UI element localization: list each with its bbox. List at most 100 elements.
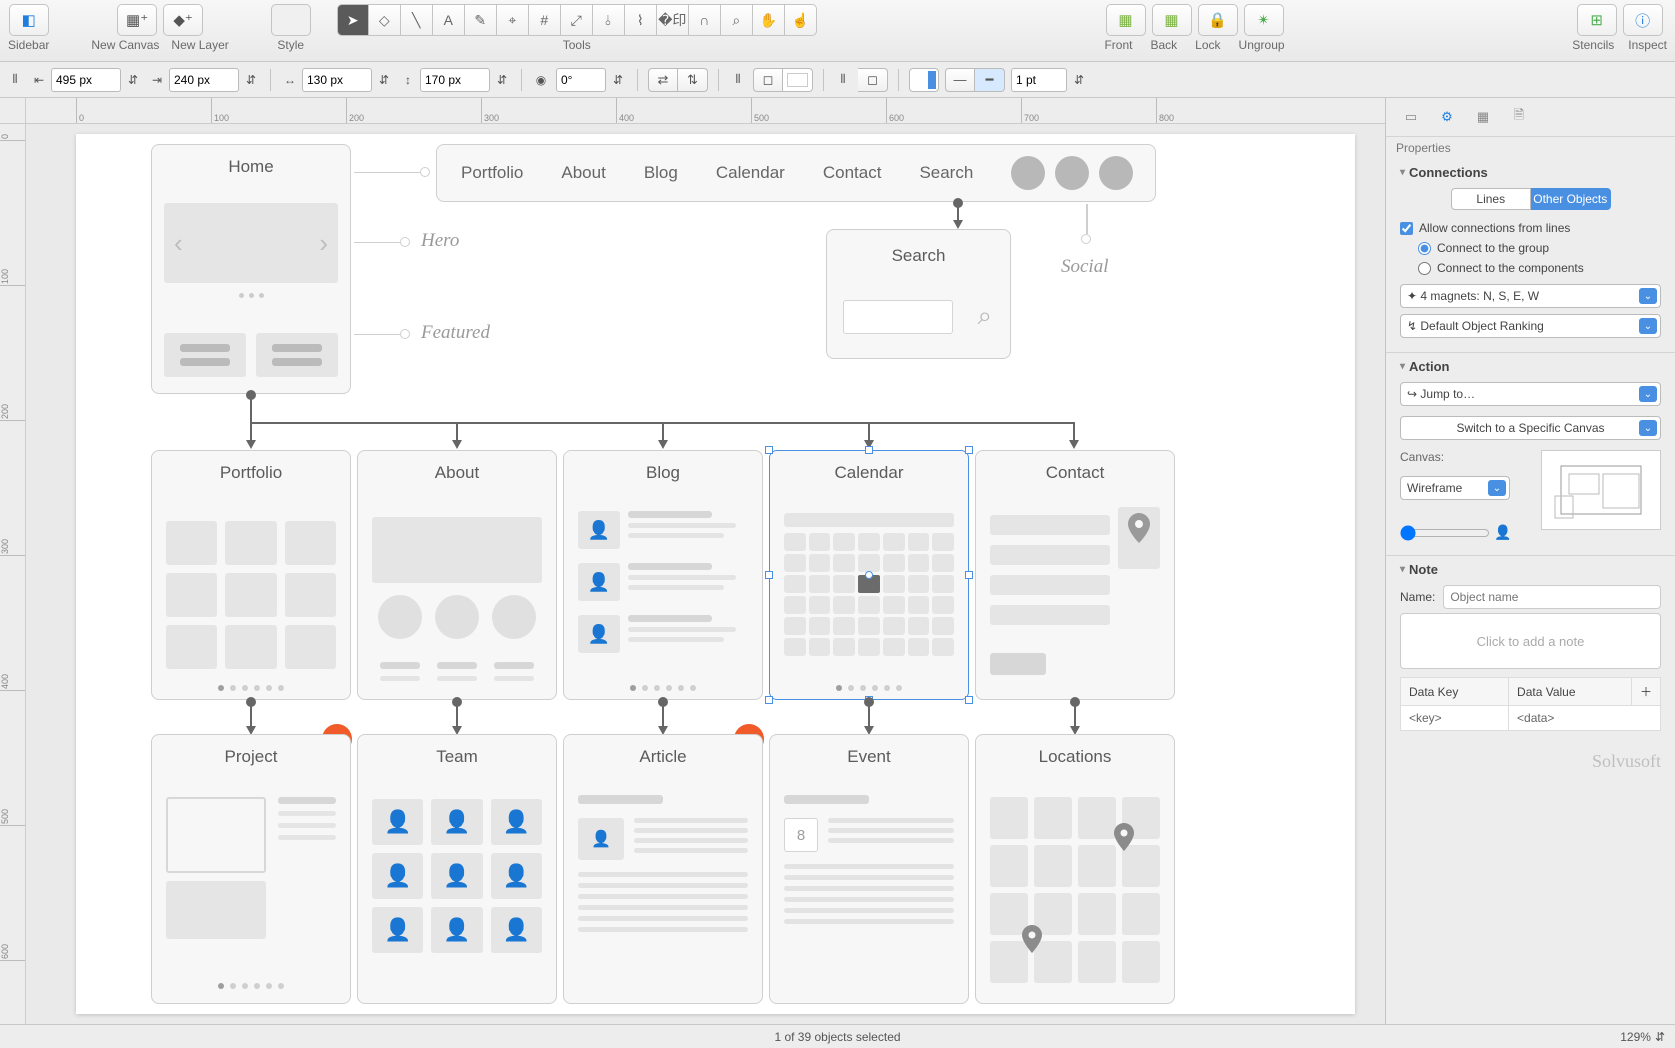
tool-point[interactable]: ⌖ bbox=[497, 4, 529, 36]
ruler-vertical[interactable]: 0 100 200 300 400 500 600 bbox=[0, 124, 26, 1024]
new-layer-button[interactable]: ◆⁺ bbox=[163, 4, 203, 36]
stroke-style-1[interactable]: — bbox=[945, 68, 975, 92]
social-icon bbox=[1055, 156, 1089, 190]
canvas-select[interactable]: Wireframe⌄ bbox=[1400, 476, 1510, 500]
y-input[interactable] bbox=[420, 68, 490, 92]
fill-color[interactable] bbox=[783, 68, 813, 92]
stencils-button[interactable]: ⊞ bbox=[1577, 4, 1617, 36]
wf-about[interactable]: About bbox=[357, 450, 557, 700]
wf-navbar[interactable]: Portfolio About Blog Calendar Contact Se… bbox=[436, 144, 1156, 202]
stepper-icon[interactable]: ⇵ bbox=[609, 71, 627, 89]
ruler-tick: 0 bbox=[76, 98, 84, 123]
flip-h-button[interactable]: ⇄ bbox=[648, 68, 678, 92]
tool-text[interactable]: A bbox=[433, 4, 465, 36]
wf-locations[interactable]: Locations bbox=[975, 734, 1175, 1004]
style-button[interactable] bbox=[271, 4, 311, 36]
canvas[interactable]: Home ‹ › Portfolio About Blog bbox=[76, 134, 1355, 1014]
tool-expand[interactable]: ⤢ bbox=[561, 4, 593, 36]
tool-stamp[interactable]: �印 bbox=[657, 4, 689, 36]
wf-portfolio-title: Portfolio bbox=[152, 451, 350, 493]
wf-home[interactable]: Home ‹ › bbox=[151, 144, 351, 394]
tab-other-objects[interactable]: Other Objects bbox=[1531, 188, 1611, 210]
wf-contact[interactable]: Contact bbox=[975, 450, 1175, 700]
tool-brush[interactable]: ⌇ bbox=[625, 4, 657, 36]
flip-v-button[interactable]: ⇅ bbox=[678, 68, 708, 92]
data-key-cell[interactable]: <key> bbox=[1401, 706, 1509, 731]
stroke-none[interactable]: ◻ bbox=[858, 68, 888, 92]
front-button[interactable]: ▦ bbox=[1106, 4, 1146, 36]
switch-select[interactable]: Switch to a Specific Canvas⌄ bbox=[1400, 416, 1661, 440]
wf-article[interactable]: Article 👤 bbox=[563, 734, 763, 1004]
connect-components-radio[interactable] bbox=[1418, 262, 1431, 275]
width-input[interactable] bbox=[51, 68, 121, 92]
ranking-select[interactable]: ↯ Default Object Ranking⌄ bbox=[1400, 314, 1661, 338]
stroke-style-2[interactable]: ━ bbox=[975, 68, 1005, 92]
note-textarea[interactable]: Click to add a note bbox=[1400, 613, 1661, 669]
stroke-color[interactable] bbox=[909, 68, 939, 92]
rotation-input[interactable] bbox=[556, 68, 606, 92]
inspector: ▭ ⚙ ▦ 🗎 Properties Connections Lines Oth… bbox=[1385, 98, 1675, 1024]
new-canvas-button[interactable]: ▦⁺ bbox=[117, 4, 157, 36]
ruler-tick: 300 bbox=[481, 98, 499, 123]
nav-portfolio: Portfolio bbox=[461, 163, 523, 183]
rotation-center-icon[interactable]: ◉ bbox=[532, 71, 550, 89]
tool-line[interactable]: ╲ bbox=[401, 4, 433, 36]
wf-event-title: Event bbox=[770, 735, 968, 777]
inspector-tab-props[interactable]: ⚙ bbox=[1436, 106, 1458, 128]
height-input[interactable] bbox=[169, 68, 239, 92]
carousel-prev-icon: ‹ bbox=[174, 228, 183, 259]
fill-picker[interactable]: ◻ bbox=[753, 68, 783, 92]
tool-zoom[interactable]: ⌕ bbox=[721, 4, 753, 36]
wf-team[interactable]: Team 👤 👤 👤 👤 👤 👤 👤 👤 👤 bbox=[357, 734, 557, 1004]
tool-magnet[interactable]: ∩ bbox=[689, 4, 721, 36]
tool-pointer[interactable]: ☝ bbox=[785, 4, 817, 36]
carousel-next-icon: › bbox=[319, 228, 328, 259]
wf-project[interactable]: Project bbox=[151, 734, 351, 1004]
note-name-input[interactable] bbox=[1443, 585, 1661, 609]
wf-home-title: Home bbox=[152, 145, 350, 187]
jump-select[interactable]: ↪ Jump to…⌄ bbox=[1400, 382, 1661, 406]
ruler-horizontal[interactable]: 0 100 200 300 400 500 600 700 800 bbox=[26, 98, 1385, 124]
wf-search[interactable]: Search ⌕ bbox=[826, 229, 1011, 359]
sidebar-button[interactable]: ◧ bbox=[9, 4, 49, 36]
x-input[interactable] bbox=[302, 68, 372, 92]
back-button[interactable]: ▦ bbox=[1152, 4, 1192, 36]
wf-event[interactable]: Event 8 bbox=[769, 734, 969, 1004]
tool-pen[interactable]: ✎ bbox=[465, 4, 497, 36]
ungroup-button[interactable]: ✴ bbox=[1244, 4, 1284, 36]
stepper-icon[interactable]: ⇵ bbox=[242, 71, 260, 89]
stepper-icon[interactable]: ⇵ bbox=[493, 71, 511, 89]
person-icon: 👤 bbox=[1494, 524, 1511, 541]
data-table[interactable]: Data KeyData Value＋ <key><data> bbox=[1400, 677, 1661, 731]
wf-portfolio[interactable]: Portfolio bbox=[151, 450, 351, 700]
add-row-button[interactable]: ＋ bbox=[1631, 678, 1660, 706]
preview-zoom-slider[interactable] bbox=[1400, 525, 1490, 541]
tool-connect[interactable]: ⫰ bbox=[593, 4, 625, 36]
inspector-tab-canvas[interactable]: ▦ bbox=[1472, 106, 1494, 128]
geometry-toolbar: ⦀ ⇤⇵ ⇥⇵ ↔⇵ ↕⇵ ◉ ⇵ ⇄⇅ ⦀ ◻ ⦀ ◻ —━ ⇵ bbox=[0, 62, 1675, 98]
align-horizontal-icon[interactable]: ⦀ bbox=[6, 71, 24, 89]
stepper-icon[interactable]: ⇵ bbox=[375, 71, 393, 89]
tool-crop[interactable]: # bbox=[529, 4, 561, 36]
data-key-header: Data Key bbox=[1401, 678, 1509, 706]
lock-button[interactable]: 🔒 bbox=[1198, 4, 1238, 36]
allow-connections-checkbox[interactable] bbox=[1400, 222, 1413, 235]
selection-count: 1 of 39 objects selected bbox=[0, 1030, 1675, 1044]
stepper-icon[interactable]: ⇵ bbox=[124, 71, 142, 89]
tool-shape[interactable]: ◇ bbox=[369, 4, 401, 36]
tool-select[interactable]: ➤ bbox=[337, 4, 369, 36]
tool-hand[interactable]: ✋ bbox=[753, 4, 785, 36]
stroke-weight-input[interactable] bbox=[1011, 68, 1067, 92]
inspector-tab-doc[interactable]: 🗎 bbox=[1508, 106, 1530, 128]
inspector-tab-object[interactable]: ▭ bbox=[1400, 106, 1422, 128]
data-value-cell[interactable]: <data> bbox=[1509, 706, 1661, 731]
inspect-button[interactable]: ⓘ bbox=[1623, 4, 1663, 36]
wf-blog[interactable]: Blog 👤 👤 👤 bbox=[563, 450, 763, 700]
magnets-select[interactable]: ✦ 4 magnets: N, S, E, W⌄ bbox=[1400, 284, 1661, 308]
stepper-icon[interactable]: ⇵ bbox=[1070, 71, 1088, 89]
tools-label: Tools bbox=[563, 38, 591, 52]
tab-lines[interactable]: Lines bbox=[1451, 188, 1532, 210]
ruler-tick: 0 bbox=[0, 134, 25, 141]
new-canvas-label: New Canvas bbox=[91, 38, 159, 52]
connect-group-radio[interactable] bbox=[1418, 242, 1431, 255]
